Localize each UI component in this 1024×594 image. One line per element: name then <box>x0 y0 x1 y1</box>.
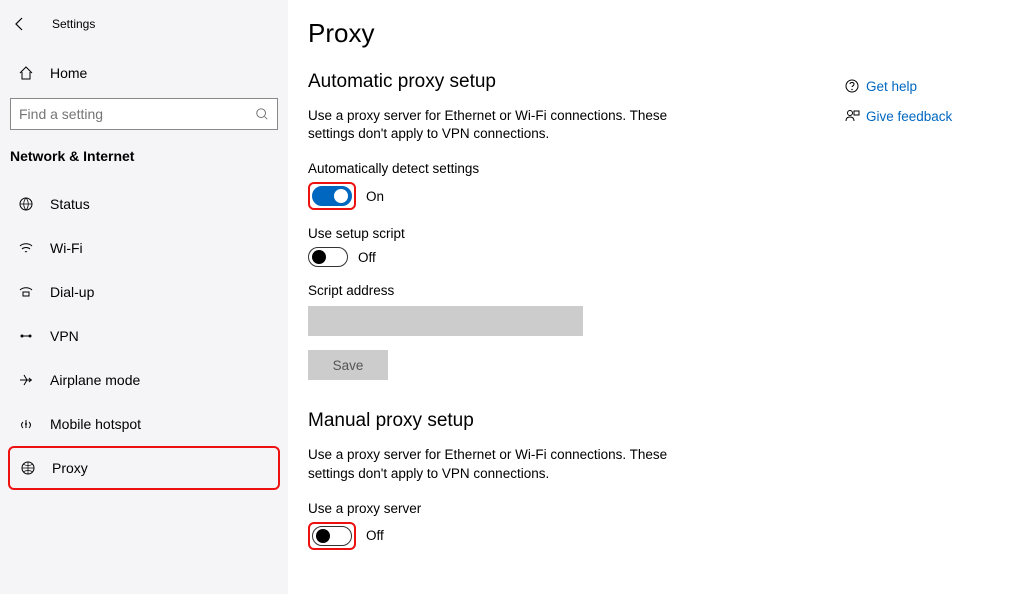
hotspot-icon <box>16 416 36 432</box>
sidebar-item-label: Proxy <box>38 460 88 476</box>
sidebar-item-label: Status <box>36 196 90 212</box>
sidebar-item-hotspot[interactable]: Mobile hotspot <box>0 402 288 446</box>
sidebar-item-proxy[interactable]: Proxy <box>8 446 280 490</box>
home-icon <box>16 65 36 81</box>
highlight-annotation <box>308 182 356 210</box>
status-icon <box>16 196 36 212</box>
script-address-input <box>308 306 583 336</box>
detect-label: Automatically detect settings <box>308 161 844 176</box>
save-button: Save <box>308 350 388 380</box>
address-label: Script address <box>308 283 844 298</box>
sidebar-item-label: Mobile hotspot <box>36 416 141 432</box>
help-label: Get help <box>866 79 917 94</box>
get-help-link[interactable]: Get help <box>844 78 1004 94</box>
help-icon <box>844 78 866 94</box>
sidebar-item-vpn[interactable]: VPN <box>0 314 288 358</box>
page-title: Proxy <box>308 18 844 49</box>
airplane-icon <box>16 372 36 388</box>
back-button[interactable] <box>12 16 40 32</box>
feedback-link[interactable]: Give feedback <box>844 108 1004 124</box>
home-label: Home <box>36 65 87 81</box>
aside: Get help Give feedback <box>844 18 1004 594</box>
sidebar-item-status[interactable]: Status <box>0 182 288 226</box>
use-proxy-state: Off <box>366 528 384 543</box>
sidebar-item-label: Dial-up <box>36 284 94 300</box>
wifi-icon <box>16 240 36 256</box>
sidebar-item-label: Airplane mode <box>36 372 140 388</box>
manual-heading: Manual proxy setup <box>308 410 844 432</box>
section-heading: Network & Internet <box>0 144 288 182</box>
main-content: Proxy Automatic proxy setup Use a proxy … <box>308 18 844 594</box>
sidebar: Settings Home Network & Internet Status <box>0 0 288 594</box>
window-title: Settings <box>40 17 95 31</box>
dialup-icon <box>16 284 36 300</box>
detect-state: On <box>366 189 384 204</box>
feedback-label: Give feedback <box>866 109 952 124</box>
sidebar-item-label: Wi-Fi <box>36 240 83 256</box>
detect-toggle[interactable] <box>312 186 352 206</box>
search-icon <box>255 107 269 121</box>
home-nav[interactable]: Home <box>0 54 288 92</box>
sidebar-item-label: VPN <box>36 328 79 344</box>
manual-desc: Use a proxy server for Ethernet or Wi-Fi… <box>308 446 688 482</box>
script-toggle[interactable] <box>308 247 348 267</box>
vpn-icon <box>16 328 36 344</box>
proxy-icon <box>18 460 38 476</box>
use-proxy-label: Use a proxy server <box>308 501 844 516</box>
auto-desc: Use a proxy server for Ethernet or Wi-Fi… <box>308 107 688 143</box>
sidebar-item-dialup[interactable]: Dial-up <box>0 270 288 314</box>
highlight-annotation <box>308 522 356 550</box>
sidebar-item-airplane[interactable]: Airplane mode <box>0 358 288 402</box>
sidebar-item-wifi[interactable]: Wi-Fi <box>0 226 288 270</box>
feedback-icon <box>844 108 866 124</box>
search-input[interactable] <box>10 98 278 130</box>
script-state: Off <box>358 250 376 265</box>
auto-heading: Automatic proxy setup <box>308 71 844 93</box>
script-label: Use setup script <box>308 226 844 241</box>
use-proxy-toggle[interactable] <box>312 526 352 546</box>
